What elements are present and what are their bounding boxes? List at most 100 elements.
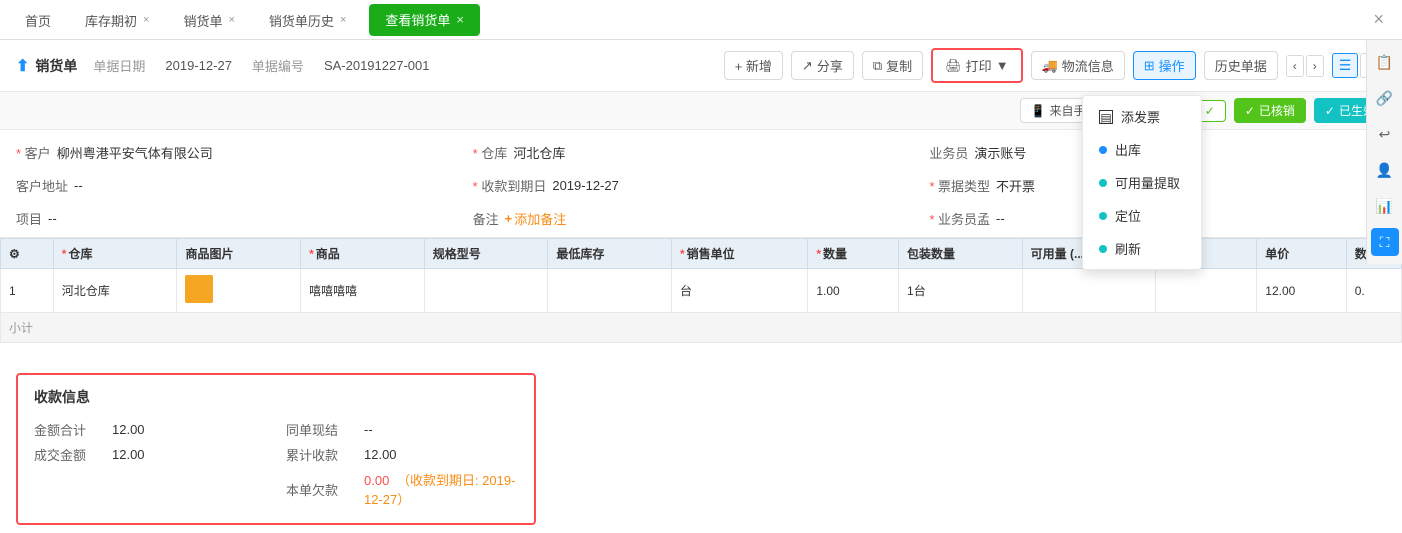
- dropdown-outbound[interactable]: 出库: [1083, 133, 1201, 166]
- transaction-amount-value: 12.00: [112, 447, 145, 462]
- logistics-label: 物流信息: [1062, 56, 1114, 75]
- address-value: --: [74, 178, 83, 193]
- payment-info-box: 收款信息 金额合计 12.00 成交金额 12.00 同单现结 --: [16, 373, 536, 525]
- same-order-row: 同单现结 --: [286, 417, 518, 442]
- cumulative-value: 12.00: [364, 447, 397, 462]
- list-view-button[interactable]: ☰: [1332, 53, 1359, 78]
- warehouse-value: 河北仓库: [513, 143, 565, 162]
- tab-inventory-init[interactable]: 库存期初 ×: [70, 2, 164, 38]
- row-amount: 0.: [1346, 269, 1401, 313]
- sidebar-icon-1[interactable]: 📋: [1371, 48, 1399, 76]
- ticket-type-value: 不开票: [996, 176, 1035, 195]
- sidebar-icon-4[interactable]: 👤: [1371, 156, 1399, 184]
- address-label: 客户地址: [16, 176, 68, 195]
- dropdown-refresh[interactable]: 刷新: [1083, 232, 1201, 265]
- sales-emp-label: 业务员孟: [929, 209, 990, 228]
- due-date-value: 2019-12-27: [552, 178, 619, 193]
- due-label: 本单欠款: [286, 480, 356, 499]
- cumulative-received-row: 累计收款 12.00: [286, 442, 518, 467]
- doc-meta: 单据日期 2019-12-27 单据编号 SA-20191227-001: [93, 56, 429, 75]
- tab-inventory-close[interactable]: ×: [143, 14, 149, 26]
- print-button[interactable]: 🖨 打印 ▼: [935, 52, 1018, 79]
- tab-bar: 首页 库存期初 × 销货单 × 销货单历史 × 查看销货单 × ×: [0, 0, 1402, 40]
- this-order-due-row: 本单欠款 0.00 （收款到期日: 2019-12-27）: [286, 467, 518, 511]
- dropdown-available-extract[interactable]: 可用量提取: [1083, 166, 1201, 199]
- copy-button[interactable]: ⧉ 复制: [862, 51, 923, 80]
- total-amount-row: 金额合计 12.00: [34, 417, 266, 442]
- number-label: 单据编号: [252, 56, 304, 75]
- col-unit: *销售单位: [672, 239, 808, 269]
- row-min-stock: [548, 269, 672, 313]
- dropdown-locate[interactable]: 定位: [1083, 199, 1201, 232]
- same-order-label: 同单现结: [286, 420, 356, 439]
- share-label: 分享: [817, 56, 843, 75]
- date-value: 2019-12-27: [165, 58, 232, 73]
- history-label: 历史单据: [1215, 56, 1267, 75]
- doc-type-label: 销货单: [35, 56, 77, 76]
- outbound-dot-icon: [1099, 146, 1107, 154]
- sidebar-icon-2[interactable]: 🔗: [1371, 84, 1399, 112]
- tab-history-label: 销货单历史: [269, 11, 334, 30]
- tab-home[interactable]: 首页: [10, 2, 66, 38]
- total-amount-label: 金额合计: [34, 420, 104, 439]
- tab-view-label: 查看销货单: [385, 10, 450, 29]
- truck-icon: 🚚: [1042, 58, 1058, 74]
- locate-dot-icon: [1099, 212, 1107, 220]
- project-field: 项目 --: [16, 206, 473, 231]
- row-warehouse: 河北仓库: [53, 269, 177, 313]
- ops-dropdown: ▤ 添发票 出库 可用量提取 定位 刷新: [1082, 95, 1202, 270]
- prev-button[interactable]: ‹: [1286, 55, 1304, 77]
- customer-value: 柳州粤港平安气体有限公司: [57, 143, 213, 162]
- warehouse-label: 仓库: [473, 143, 508, 162]
- note-field: 备注 添加备注: [473, 206, 930, 231]
- sidebar-icon-5[interactable]: 📊: [1371, 192, 1399, 220]
- warehouse-field: 仓库 河北仓库: [473, 140, 930, 165]
- tab-history-close[interactable]: ×: [340, 14, 346, 26]
- tab-sales-label: 销货单: [183, 11, 222, 30]
- effective-icon: ✓: [1325, 104, 1335, 118]
- share-button[interactable]: ↗ 分享: [791, 51, 854, 80]
- available-dot-icon: [1099, 179, 1107, 187]
- subtotal-row: 小计: [1, 313, 1402, 343]
- print-highlight: 🖨 打印 ▼: [931, 48, 1022, 83]
- sidebar-expand-button[interactable]: ⛶: [1371, 228, 1399, 256]
- row-product: 嘻嘻嘻嘻: [301, 269, 425, 313]
- row-unit: 台: [672, 269, 808, 313]
- available-extract-label: 可用量提取: [1115, 173, 1180, 192]
- ops-icon: ⊞: [1144, 58, 1155, 74]
- print-icon: 🖨: [945, 58, 962, 74]
- product-image: [185, 275, 213, 303]
- print-label: 打印: [966, 56, 992, 75]
- window-close-button[interactable]: ×: [1365, 9, 1392, 30]
- print-dropdown-icon: ▼: [996, 58, 1009, 73]
- tab-sales-order[interactable]: 销货单 ×: [168, 2, 249, 38]
- verified-icon: ✓: [1245, 104, 1255, 118]
- verified-button[interactable]: ✓ 已核销: [1234, 98, 1306, 123]
- sidebar-icon-3[interactable]: ↩: [1371, 120, 1399, 148]
- gear-icon[interactable]: ⚙: [9, 247, 20, 261]
- logistics-button[interactable]: 🚚 物流信息: [1031, 51, 1125, 80]
- tab-view-sales[interactable]: 查看销货单 ×: [369, 4, 480, 36]
- tab-home-label: 首页: [25, 11, 51, 30]
- next-button[interactable]: ›: [1306, 55, 1324, 77]
- row-pack-qty: 1台: [899, 269, 1023, 313]
- tab-sales-close[interactable]: ×: [228, 14, 234, 26]
- row-current-stock: [1156, 269, 1257, 313]
- doc-header: ⬆ 销货单 单据日期 2019-12-27 单据编号 SA-20191227-0…: [0, 40, 1402, 92]
- project-label: 项目: [16, 209, 42, 228]
- tab-sales-history[interactable]: 销货单历史 ×: [254, 2, 361, 38]
- cumulative-label: 累计收款: [286, 445, 356, 464]
- add-note-button[interactable]: 添加备注: [505, 209, 567, 228]
- dropdown-add-invoice[interactable]: ▤ 添发票: [1083, 100, 1201, 133]
- same-order-value: --: [364, 422, 373, 437]
- row-spec: [424, 269, 548, 313]
- row-price: 12.00: [1257, 269, 1346, 313]
- tab-view-close[interactable]: ×: [456, 12, 464, 27]
- col-image: 商品图片: [177, 239, 301, 269]
- right-sidebar: 📋 🔗 ↩ 👤 📊 ⛶: [1366, 40, 1402, 264]
- toolbar: + 新增 ↗ 分享 ⧉ 复制 🖨 打印 ▼: [724, 48, 1386, 83]
- table-row: 1 河北仓库 嘻嘻嘻嘻 台 1.00 1台 12.00: [1, 269, 1402, 313]
- new-button[interactable]: + 新增: [724, 51, 783, 80]
- history-button[interactable]: 历史单据: [1204, 51, 1278, 80]
- ops-button[interactable]: ⊞ 操作: [1133, 51, 1196, 80]
